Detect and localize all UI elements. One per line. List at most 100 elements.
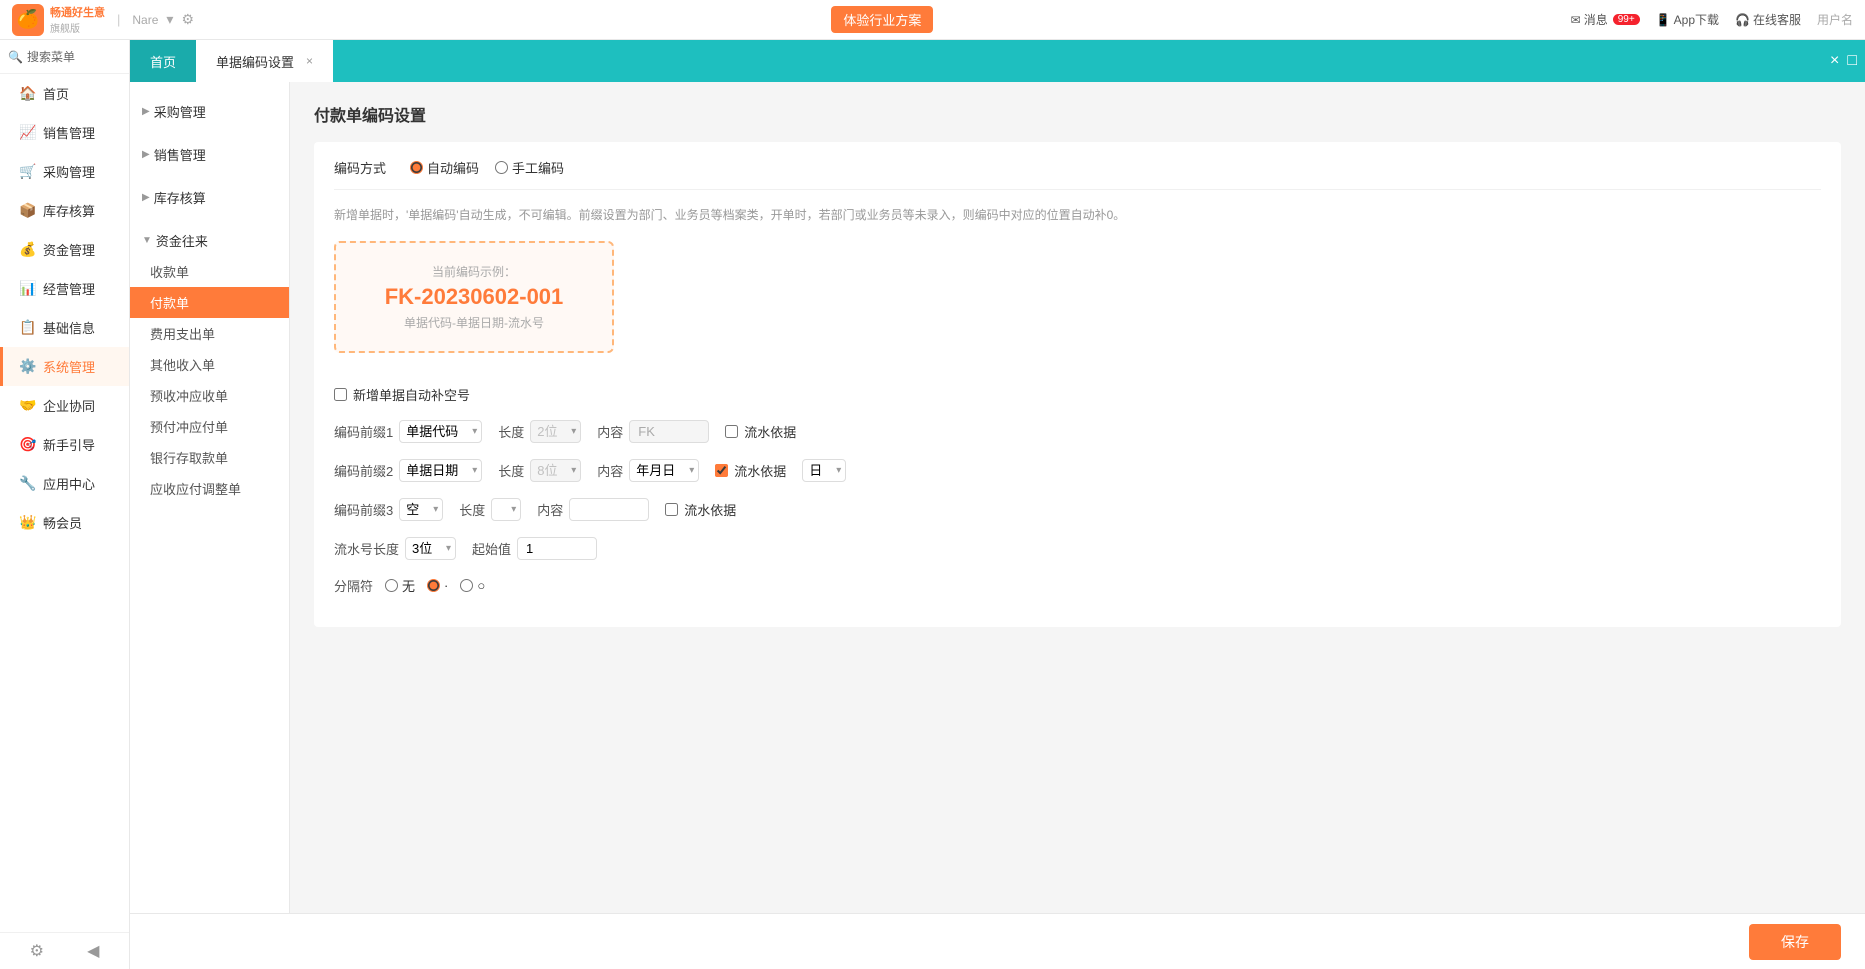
- tab-home[interactable]: 首页: [130, 40, 196, 82]
- preview-area: 当前编码示例： FK-20230602-001 单据代码-单据日期-流水号: [334, 241, 1821, 369]
- length3-select-wrapper[interactable]: ▾: [491, 498, 521, 521]
- tab-minimize-icon[interactable]: ×: [1830, 52, 1839, 70]
- tab-maximize-icon[interactable]: □: [1847, 52, 1857, 70]
- content1-input: [629, 420, 709, 443]
- service-btn[interactable]: 🎧 在线客服: [1735, 11, 1801, 28]
- prefix1-select-wrapper[interactable]: 单据代码 ▾: [399, 420, 482, 443]
- start-value-input[interactable]: [517, 537, 597, 560]
- logo-text: 畅通好生意 旗舰版: [50, 4, 105, 35]
- tab-encoding[interactable]: 单据编码设置 ×: [196, 40, 333, 82]
- sidebar-item-expense[interactable]: 费用支出单: [130, 318, 289, 349]
- sidebar-item-basic[interactable]: 📋 基础信息: [0, 308, 129, 347]
- content3-label: 内容: [537, 500, 563, 519]
- group-sales-title[interactable]: ▶ 销售管理: [130, 139, 289, 170]
- prefix3-select[interactable]: 空: [406, 502, 436, 517]
- radio-group: 自动编码 手工编码: [410, 158, 564, 177]
- sidebar-item-apps[interactable]: 🔧 应用中心: [0, 464, 129, 503]
- tab-close-btn[interactable]: ×: [306, 54, 313, 68]
- settings-icon-top[interactable]: ⚙: [181, 11, 194, 28]
- dropdown-icon[interactable]: ▾: [166, 11, 173, 28]
- save-button[interactable]: 保存: [1749, 924, 1841, 960]
- top-bar-right: ✉ 消息 99+ 📱 App下载 🎧 在线客服 用户名: [1571, 11, 1853, 28]
- sidebar-item-adjustment[interactable]: 应收应付调整单: [130, 473, 289, 504]
- finance-icon: 💰: [19, 241, 35, 258]
- sidebar-item-home[interactable]: 🏠 首页: [0, 74, 129, 113]
- auto-code-radio[interactable]: 自动编码: [410, 158, 479, 177]
- sidebar-item-sales[interactable]: 📈 销售管理: [0, 113, 129, 152]
- content2-select-wrapper[interactable]: 年月日 ▾: [629, 459, 699, 482]
- serial-length-row: 流水号长度 3位 4位 5位 ▾ 起始值: [334, 537, 1821, 560]
- length1-label: 长度: [498, 422, 524, 441]
- group-purchase-title[interactable]: ▶ 采购管理: [130, 96, 289, 127]
- prefix3-label: 编码前缀3: [334, 500, 393, 519]
- length3-label: 长度: [459, 500, 485, 519]
- sidebar-item-receipt[interactable]: 收款单: [130, 256, 289, 287]
- trial-button[interactable]: 体验行业方案: [831, 6, 933, 33]
- serial2-unit-item: 日 月 年 ▾: [802, 459, 846, 482]
- apps-icon: 🔧: [19, 475, 35, 492]
- manual-code-radio[interactable]: 手工编码: [495, 158, 564, 177]
- sidebar-item-prepaid-receivable[interactable]: 预收冲应收单: [130, 380, 289, 411]
- serial2-unit-wrapper[interactable]: 日 月 年 ▾: [802, 459, 846, 482]
- sep-none-radio[interactable]: 无: [385, 576, 415, 595]
- sidebar-item-other-income[interactable]: 其他收入单: [130, 349, 289, 380]
- sidebar-item-guide[interactable]: 🎯 新手引导: [0, 425, 129, 464]
- serial1-checkbox[interactable]: [725, 425, 738, 438]
- sidebar-item-operations[interactable]: 📊 经营管理: [0, 269, 129, 308]
- prefix2-select[interactable]: 单据日期: [406, 463, 475, 478]
- sidebar-item-inventory[interactable]: 📦 库存核算: [0, 191, 129, 230]
- serial2-checkbox[interactable]: [715, 464, 728, 477]
- length3-select[interactable]: [498, 502, 514, 517]
- content3-input[interactable]: [569, 498, 649, 521]
- footer-collapse-btn[interactable]: ◀: [87, 941, 99, 961]
- content3-item: 内容: [537, 498, 649, 521]
- message-btn[interactable]: ✉ 消息 99+: [1571, 11, 1640, 28]
- footer-settings-btn[interactable]: ⚙: [30, 941, 44, 961]
- sidebar-item-finance[interactable]: 💰 资金管理: [0, 230, 129, 269]
- encoding-method-row: 编码方式 自动编码 手工编码: [334, 158, 1821, 177]
- sidebar-search[interactable]: 🔍 搜索菜单: [0, 40, 129, 74]
- top-bar-actions: 体验行业方案: [831, 6, 933, 33]
- arrow-right-icon2: ▶: [142, 149, 150, 160]
- encoding-method-label: 编码方式: [334, 158, 386, 177]
- sidebar-item-prepaid-payable[interactable]: 预付冲应付单: [130, 411, 289, 442]
- prefix3-select-wrapper[interactable]: 空 ▾: [399, 498, 443, 521]
- serial-length-item: 流水号长度 3位 4位 5位 ▾: [334, 537, 456, 560]
- arrow-down-icon: ▼: [142, 235, 152, 246]
- prefix1-select[interactable]: 单据代码: [406, 424, 475, 439]
- length2-select-wrapper: 8位 ▾: [530, 459, 581, 482]
- serial3-item: 流水依据: [665, 500, 736, 519]
- operations-icon: 📊: [19, 280, 35, 297]
- prefix1-item: 编码前缀1 单据代码 ▾: [334, 420, 482, 443]
- serial2-label: 流水依据: [734, 461, 786, 480]
- user-menu[interactable]: 用户名: [1817, 11, 1853, 28]
- sidebar-item-enterprise[interactable]: 🤝 企业协同: [0, 386, 129, 425]
- group-inventory-title[interactable]: ▶ 库存核算: [130, 182, 289, 213]
- download-btn[interactable]: 📱 App下载: [1656, 11, 1719, 28]
- sidebar-item-member[interactable]: 👑 畅会员: [0, 503, 129, 542]
- serial-length-select-wrapper[interactable]: 3位 4位 5位 ▾: [405, 537, 456, 560]
- sidebar-item-bank[interactable]: 银行存取款单: [130, 442, 289, 473]
- top-bar: 🍊 畅通好生意 旗舰版 | Nare ▾ ⚙ 体验行业方案 ✉ 消息 99+ 📱…: [0, 0, 1865, 40]
- auto-fill-checkbox[interactable]: [334, 388, 347, 401]
- top-bar-left: 🍊 畅通好生意 旗舰版 | Nare ▾ ⚙: [12, 4, 194, 36]
- group-inventory: ▶ 库存核算: [130, 176, 289, 219]
- prefix2-select-wrapper[interactable]: 单据日期 ▾: [399, 459, 482, 482]
- sidebar-item-system[interactable]: ⚙️ 系统管理: [0, 347, 129, 386]
- sidebar-item-payment[interactable]: 付款单: [130, 287, 289, 318]
- content1-label: 内容: [597, 422, 623, 441]
- sep-dot-radio[interactable]: ·: [427, 578, 448, 593]
- content-area: 首页 单据编码设置 × × □ ▶ 采购管理: [130, 40, 1865, 969]
- serial-length-select[interactable]: 3位 4位 5位: [412, 541, 449, 556]
- content2-select[interactable]: 年月日: [636, 463, 692, 478]
- serial3-checkbox[interactable]: [665, 503, 678, 516]
- search-label: 搜索菜单: [27, 48, 75, 65]
- encoding-card: 编码方式 自动编码 手工编码: [314, 142, 1841, 627]
- sep-circle-radio[interactable]: ○: [460, 578, 485, 593]
- serial2-unit-select[interactable]: 日 月 年: [809, 463, 839, 478]
- sidebar-item-purchase[interactable]: 🛒 采购管理: [0, 152, 129, 191]
- group-capital-title[interactable]: ▼ 资金往来: [130, 225, 289, 256]
- preview-label: 当前编码示例：: [366, 263, 582, 280]
- length1-select: 2位: [537, 424, 574, 439]
- enterprise-icon: 🤝: [19, 397, 35, 414]
